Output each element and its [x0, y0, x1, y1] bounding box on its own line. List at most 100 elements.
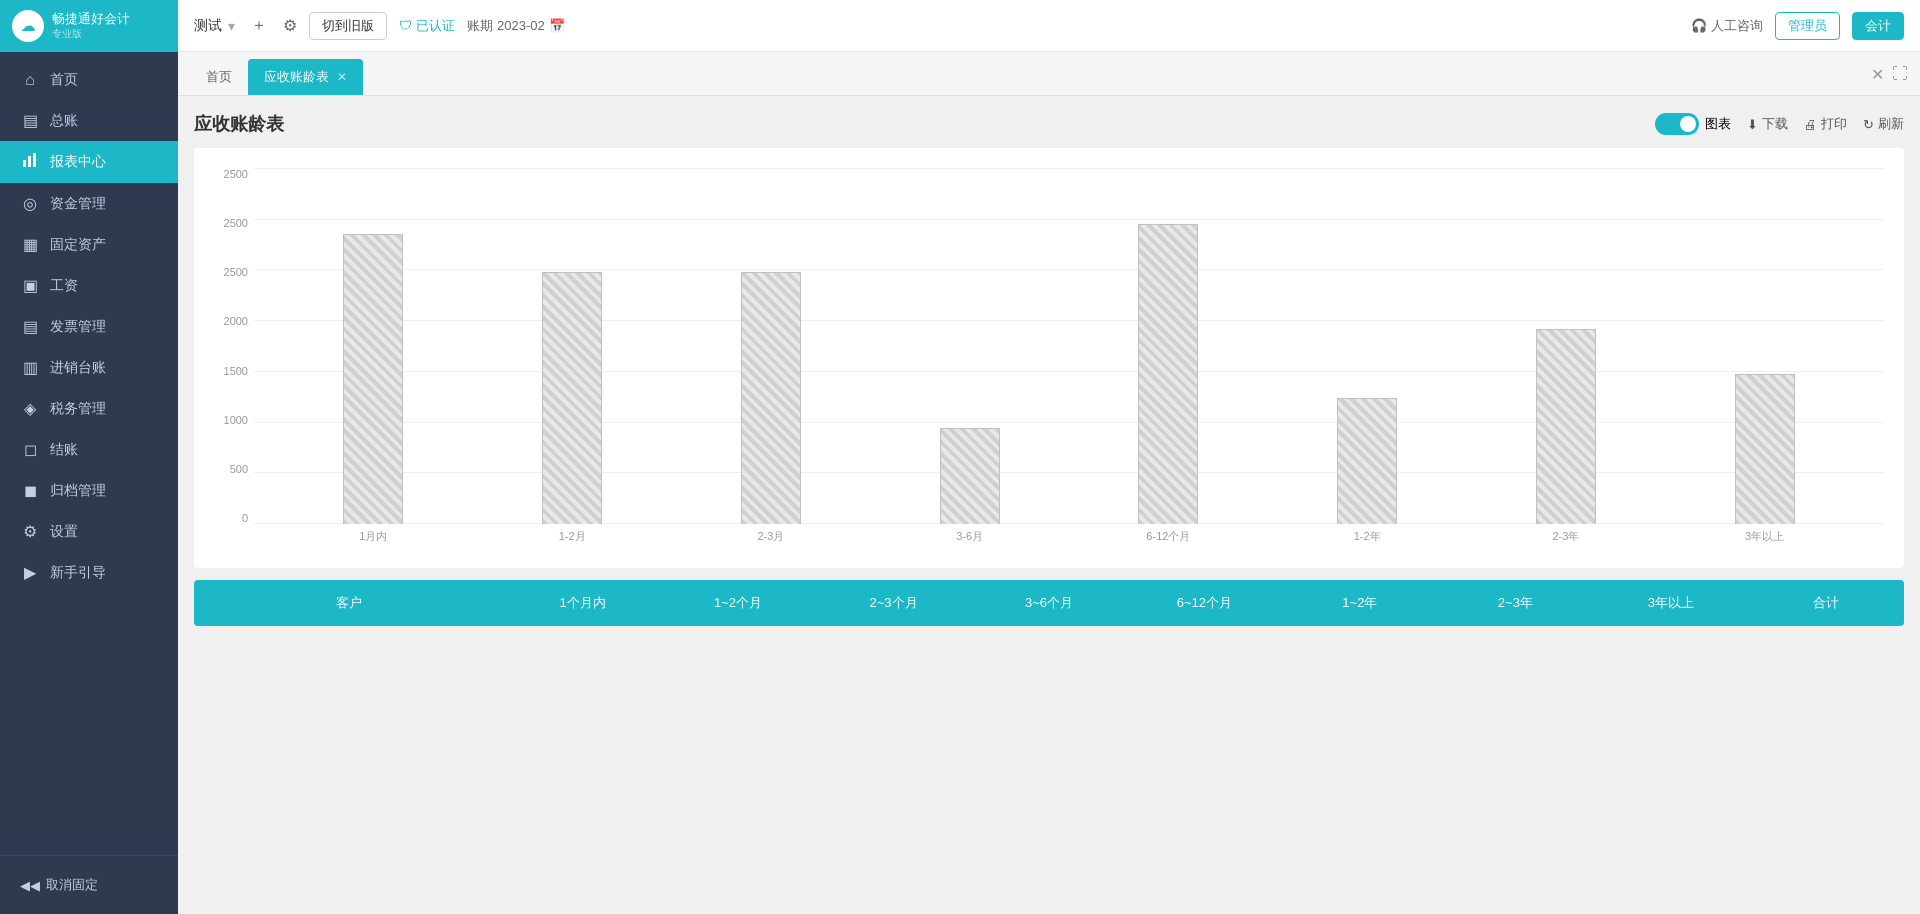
sidebar-item-guide[interactable]: ▶ 新手引导: [0, 552, 178, 593]
svg-rect-0: [23, 160, 26, 167]
calendar-icon[interactable]: 📅: [549, 18, 565, 33]
bar-2-3m: [741, 272, 801, 524]
sidebar-item-ledger[interactable]: ▤ 总账: [0, 100, 178, 141]
sidebar-item-close[interactable]: ◻ 结账: [0, 429, 178, 470]
x-label-3-6m: 3-6月: [940, 524, 1000, 548]
th-1m: 1个月内: [505, 580, 660, 626]
y-label-2500a: 2500: [224, 168, 254, 180]
print-button[interactable]: 🖨 打印: [1804, 115, 1847, 133]
sidebar-item-invoice[interactable]: ▤ 发票管理: [0, 306, 178, 347]
chart-toggle-label: 图表: [1705, 115, 1731, 133]
sidebar-item-assets[interactable]: ▦ 固定资产: [0, 224, 178, 265]
page-toolbar: 图表 ⬇ 下载 🖨 打印 ↻ 刷新: [1655, 113, 1904, 135]
sidebar-item-label: 结账: [50, 441, 78, 459]
verified-badge: 🛡 已认证: [399, 17, 455, 35]
sidebar-item-label: 固定资产: [50, 236, 106, 254]
bar-1m: [343, 234, 403, 524]
cancel-fixed-button[interactable]: ◀◀ 取消固定: [0, 866, 178, 904]
page-content: 应收账龄表 图表 ⬇ 下载 🖨 打印 ↻: [178, 96, 1920, 642]
sidebar-item-home[interactable]: ⌂ 首页: [0, 60, 178, 100]
x-labels: 1月内 1-2月 2-3月 3-6月 6-12个月 1-2年 2-3年 3年以上: [254, 524, 1884, 548]
reports-icon: [20, 152, 40, 172]
chart-toggle[interactable]: [1655, 113, 1699, 135]
sales-icon: ▥: [20, 358, 40, 377]
refresh-button[interactable]: ↻ 刷新: [1863, 115, 1904, 133]
add-button[interactable]: ＋: [247, 11, 271, 40]
content-area: 应收账龄表 图表 ⬇ 下载 🖨 打印 ↻: [178, 96, 1920, 914]
manager-button[interactable]: 管理员: [1775, 12, 1840, 40]
switch-version-button[interactable]: 切到旧版: [309, 12, 387, 40]
bar-group-1-2y: [1337, 398, 1397, 524]
th-2-3y: 2~3年: [1438, 580, 1593, 626]
print-icon: 🖨: [1804, 117, 1817, 132]
sidebar-item-reports[interactable]: 报表中心: [0, 141, 178, 183]
assets-icon: ▦: [20, 235, 40, 254]
sidebar-item-tax[interactable]: ◈ 税务管理: [0, 388, 178, 429]
x-label-1-2m: 1-2月: [542, 524, 602, 548]
download-label: 下载: [1762, 115, 1788, 133]
sidebar-item-settings[interactable]: ⚙ 设置: [0, 511, 178, 552]
sidebar-nav: ⌂ 首页 ▤ 总账 报表中心 ◎ 资金管理 ▦ 固定资产 ▣ 工资 ▤ 发票管理: [0, 52, 178, 855]
tab-aging[interactable]: 应收账龄表 ✕: [248, 59, 363, 95]
invoice-icon: ▤: [20, 317, 40, 336]
sidebar-item-label: 归档管理: [50, 482, 106, 500]
bar-2-3y: [1536, 329, 1596, 524]
archive-icon: ◼: [20, 481, 40, 500]
app-logo-icon: ☁: [12, 10, 44, 42]
verified-label: 已认证: [416, 17, 455, 35]
chart-container: 2500 2500 2500 2000 1500 1000 500 0: [194, 148, 1904, 568]
sidebar-logo: ☁ 畅捷通好会计 专业版: [0, 0, 178, 52]
sidebar-item-label: 发票管理: [50, 318, 106, 336]
project-selector[interactable]: 测试 ▾: [194, 17, 235, 35]
bar-group-6-12m: [1138, 224, 1198, 524]
tab-close-icon[interactable]: ✕: [337, 70, 347, 84]
service-label: 人工咨询: [1711, 17, 1763, 35]
sidebar-item-payroll[interactable]: ▣ 工资: [0, 265, 178, 306]
service-button[interactable]: 🎧 人工咨询: [1691, 17, 1763, 35]
sidebar-item-funds[interactable]: ◎ 资金管理: [0, 183, 178, 224]
sidebar-item-label: 税务管理: [50, 400, 106, 418]
sidebar-item-label: 资金管理: [50, 195, 106, 213]
settings-button[interactable]: ⚙: [279, 12, 301, 39]
role-button[interactable]: 会计: [1852, 12, 1904, 40]
sidebar-item-sales[interactable]: ▥ 进销台账: [0, 347, 178, 388]
sidebar: ☁ 畅捷通好会计 专业版 ⌂ 首页 ▤ 总账 报表中心 ◎ 资金管理 ▦ 固定: [0, 0, 178, 914]
guide-icon: ▶: [20, 563, 40, 582]
ledger-icon: ▤: [20, 111, 40, 130]
y-label-2500c: 2500: [224, 266, 254, 278]
shield-icon: 🛡: [399, 18, 412, 33]
bar-group-1-2m: [542, 272, 602, 524]
x-label-2-3m: 2-3月: [741, 524, 801, 548]
refresh-label: 刷新: [1878, 115, 1904, 133]
payroll-icon: ▣: [20, 276, 40, 295]
th-1-2m: 1~2个月: [660, 580, 815, 626]
window-controls: ✕ ⛶: [1871, 64, 1908, 83]
cancel-fixed-label: 取消固定: [46, 876, 98, 894]
sidebar-bottom: ◀◀ 取消固定: [0, 855, 178, 914]
download-button[interactable]: ⬇ 下载: [1747, 115, 1788, 133]
bar-group-2-3y: [1536, 329, 1596, 524]
th-3yplus: 3年以上: [1593, 580, 1748, 626]
bar-group-3-6m: [940, 428, 1000, 524]
sidebar-item-label: 总账: [50, 112, 78, 130]
headset-icon: 🎧: [1691, 18, 1707, 33]
y-label-2500b: 2500: [224, 217, 254, 229]
sidebar-item-label: 首页: [50, 71, 78, 89]
download-icon: ⬇: [1747, 117, 1758, 132]
y-label-1000: 1000: [224, 414, 254, 426]
expand-window-button[interactable]: ⛶: [1892, 64, 1908, 83]
th-3-6m: 3~6个月: [971, 580, 1126, 626]
table-header: 客户 1个月内 1~2个月 2~3个月 3~6个月 6~12个月 1~2年 2~…: [194, 580, 1904, 626]
th-2-3m: 2~3个月: [816, 580, 971, 626]
x-label-3yplus: 3年以上: [1735, 524, 1795, 548]
topbar: 测试 ▾ ＋ ⚙ 切到旧版 🛡 已认证 账期 2023-02 📅 🎧 人工咨询 …: [178, 0, 1920, 52]
y-label-500: 500: [230, 463, 254, 475]
tab-aging-label: 应收账龄表: [264, 68, 329, 86]
tab-home[interactable]: 首页: [190, 59, 248, 95]
table-container: 客户 1个月内 1~2个月 2~3个月 3~6个月 6~12个月 1~2年 2~…: [194, 580, 1904, 626]
topbar-actions: ＋ ⚙ 切到旧版: [247, 11, 387, 40]
topbar-right: 🎧 人工咨询 管理员 会计: [1691, 12, 1904, 40]
sidebar-item-archive[interactable]: ◼ 归档管理: [0, 470, 178, 511]
close-window-button[interactable]: ✕: [1871, 64, 1884, 83]
chart-toggle-group: 图表: [1655, 113, 1731, 135]
